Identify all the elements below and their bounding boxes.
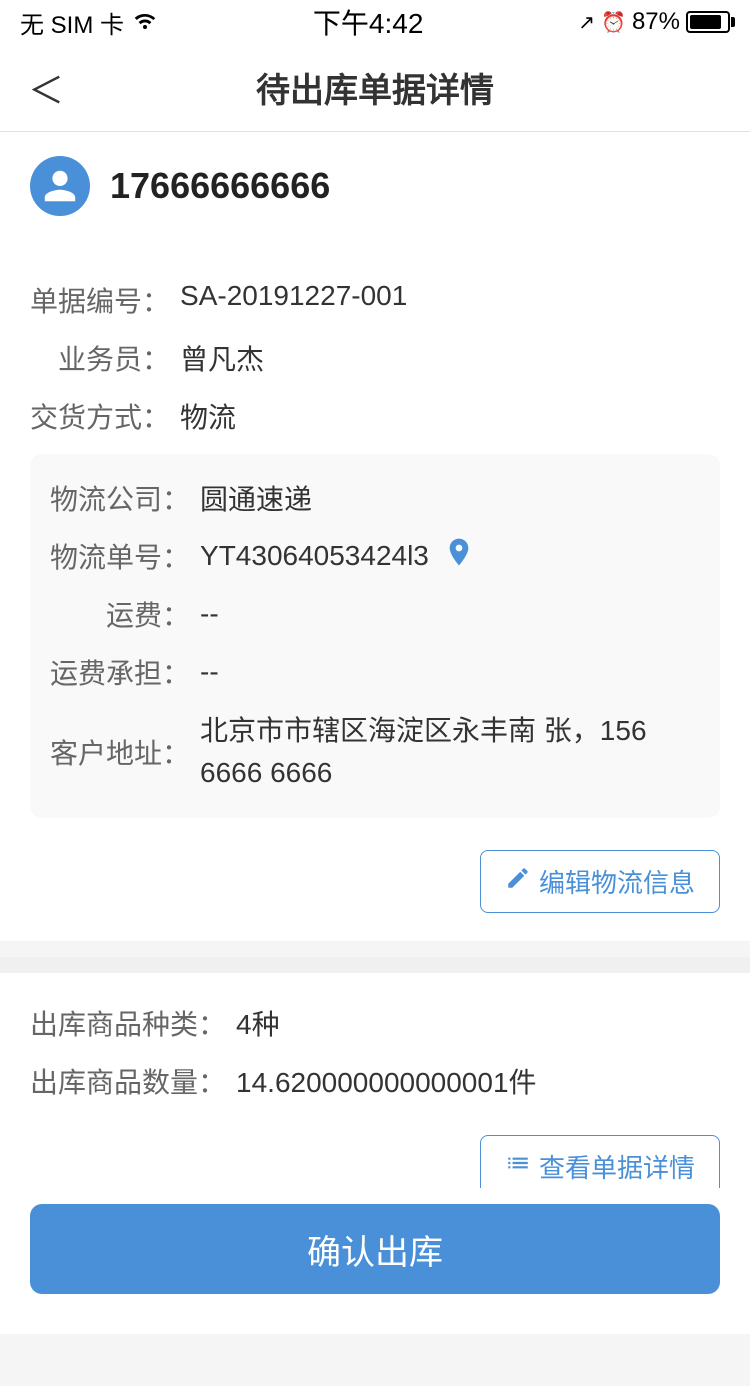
nav-bar: ＜ 待出库单据详情 [0, 44, 750, 132]
view-btn-label: 查看单据详情 [539, 1148, 695, 1185]
logistics-company-row: 物流公司： 圆通速递 [50, 478, 700, 518]
customer-phone: 17666666666 [110, 165, 330, 207]
order-number-label: 单据编号： [30, 280, 170, 320]
goods-type-label: 出库商品种类： [30, 1003, 226, 1043]
address-label: 客户地址： [50, 732, 190, 772]
edit-btn-label: 编辑物流信息 [539, 863, 695, 900]
location-map-icon[interactable] [443, 536, 475, 576]
location-status-icon: ↗ [578, 10, 595, 35]
order-info-section: 单据编号： SA-20191227-001 业务员： 曾凡杰 交货方式： 物流 … [0, 250, 750, 941]
delivery-value: 物流 [180, 396, 720, 436]
page-wrapper: 无 SIM 卡 下午4:42 ↗ ⏰ 87% ＜ 待出库单据详情 [0, 0, 750, 1386]
goods-quantity-label: 出库商品数量： [30, 1061, 226, 1101]
edit-logistics-button[interactable]: 编辑物流信息 [480, 850, 720, 913]
order-number-row: 单据编号： SA-20191227-001 [30, 280, 720, 320]
section-divider [0, 957, 750, 973]
tracking-number: YT43064053424l3 [200, 540, 429, 572]
goods-type-row: 出库商品种类： 4种 [30, 1003, 720, 1043]
status-time: 下午4:42 [313, 2, 424, 42]
customer-header: 17666666666 [0, 132, 750, 240]
list-icon [505, 1150, 531, 1183]
battery-icon [686, 11, 730, 33]
goods-quantity-row: 出库商品数量： 14.620000000000001件 [30, 1061, 720, 1101]
goods-type-value: 4种 [236, 1003, 280, 1043]
person-icon [41, 167, 79, 205]
alarm-icon: ⏰ [601, 10, 626, 35]
freight-bear-row: 运费承担： -- [50, 652, 700, 692]
salesman-value: 曾凡杰 [180, 338, 720, 378]
salesman-row: 业务员： 曾凡杰 [30, 338, 720, 378]
status-right: ↗ ⏰ 87% [578, 8, 730, 36]
order-number-value: SA-20191227-001 [180, 280, 720, 312]
freight-value: -- [200, 598, 700, 630]
edit-icon [505, 865, 531, 898]
battery-percent: 87% [632, 8, 680, 36]
delivery-label: 交货方式： [30, 396, 170, 436]
status-left: 无 SIM 卡 [20, 5, 158, 40]
logistics-company-value: 圆通速递 [200, 478, 700, 518]
tracking-number-row: YT43064053424l3 [190, 536, 475, 576]
salesman-label: 业务员： [30, 338, 170, 378]
tracking-label: 物流单号： [50, 536, 190, 576]
bottom-btn-wrapper: 确认出库 [0, 1188, 750, 1334]
logistics-company-label: 物流公司： [50, 478, 190, 518]
delivery-row: 交货方式： 物流 [30, 396, 720, 436]
freight-bear-label: 运费承担： [50, 652, 190, 692]
edit-btn-row: 编辑物流信息 [30, 834, 720, 921]
goods-quantity-value: 14.620000000000001件 [236, 1061, 537, 1101]
dashed-divider [0, 240, 750, 250]
status-bar: 无 SIM 卡 下午4:42 ↗ ⏰ 87% [0, 0, 750, 44]
freight-row: 运费： -- [50, 594, 700, 634]
address-row: 客户地址： 北京市市辖区海淀区永丰南 张，156 6666 6666 [50, 710, 700, 794]
address-value: 北京市市辖区海淀区永丰南 张，156 6666 6666 [200, 710, 700, 794]
wifi-icon [132, 8, 158, 36]
carrier-text: 无 SIM 卡 [20, 5, 124, 40]
freight-bear-value: -- [200, 656, 700, 688]
back-button[interactable]: ＜ [28, 62, 64, 114]
avatar [30, 156, 90, 216]
page-title: 待出库单据详情 [256, 63, 494, 112]
logistics-card: 物流公司： 圆通速递 物流单号： YT43064053424l3 运费： -- … [30, 454, 720, 818]
tracking-row: 物流单号： YT43064053424l3 [50, 536, 700, 576]
confirm-outbound-button[interactable]: 确认出库 [30, 1204, 720, 1294]
freight-label: 运费： [50, 594, 190, 634]
